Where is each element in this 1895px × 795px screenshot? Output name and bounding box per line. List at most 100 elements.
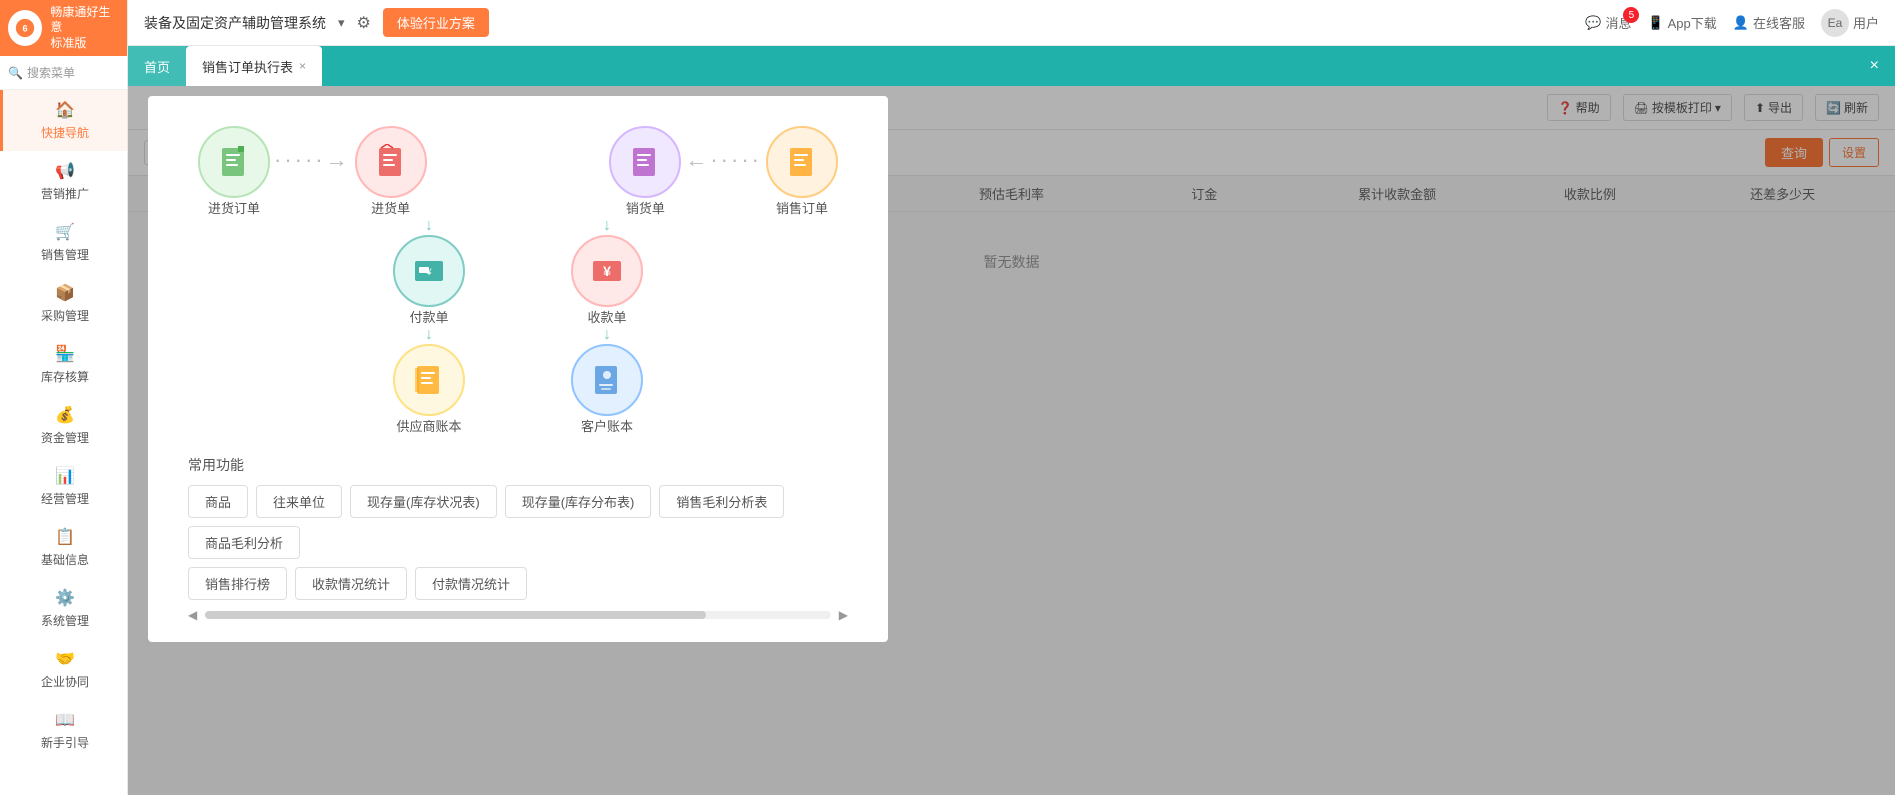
sales-order-icon bbox=[784, 144, 820, 180]
func-btn-product-margin[interactable]: 商品毛利分析 bbox=[188, 526, 300, 559]
down-arrow-payment: ↓ bbox=[425, 217, 433, 235]
func-btn-stock-dist[interactable]: 现存量(库存分布表) bbox=[505, 485, 652, 518]
page-content: ❓ 帮助 🖨 按模板打印 ▾ ⬆ 导出 🔄 刷新 bbox=[128, 86, 1895, 795]
sidebar-item-inventory[interactable]: 🏪 库存核算 bbox=[0, 334, 127, 395]
sidebar-item-operations[interactable]: 📊 经营管理 bbox=[0, 456, 127, 517]
svg-text:¥: ¥ bbox=[425, 267, 432, 277]
sidebar-nav: 🏠 快捷导航 📢 营销推广 🛒 销售管理 📦 采购管理 🏪 库存核算 💰 bbox=[0, 90, 127, 795]
experience-btn[interactable]: 体验行业方案 bbox=[383, 8, 489, 37]
tab-home[interactable]: 首页 bbox=[128, 46, 186, 86]
down-arrow-customer: ↓ bbox=[603, 326, 611, 344]
customer-account-icon bbox=[589, 362, 625, 398]
receipt-slip-label: 收款单 bbox=[587, 307, 626, 326]
sidebar-item-guide[interactable]: 📖 新手引导 bbox=[0, 700, 127, 761]
sidebar-search[interactable]: 🔍 搜索菜单 bbox=[0, 56, 127, 90]
service-icon: 👤 bbox=[1733, 15, 1749, 31]
dropdown-arrow[interactable]: ▾ bbox=[338, 15, 345, 31]
logo-svg: 6 bbox=[14, 17, 36, 39]
purchase-order-node[interactable] bbox=[198, 126, 270, 198]
sidebar-item-system[interactable]: ⚙️ 系统管理 bbox=[0, 578, 127, 639]
sidebar-item-purchase[interactable]: 📦 采购管理 bbox=[0, 273, 127, 334]
topbar-right: 💬 消息 5 📱 App下载 👤 在线客服 Ea 用户 bbox=[1585, 9, 1879, 37]
search-icon: 🔍 bbox=[8, 66, 23, 80]
receipt-slip-node[interactable]: ¥ bbox=[571, 235, 643, 307]
function-buttons-row2: 销售排行榜 收款情况统计 付款情况统计 bbox=[188, 567, 848, 600]
sidebar-item-quick-nav[interactable]: 🏠 快捷导航 bbox=[0, 90, 127, 151]
tabbar: 首页 销售订单执行表 × × bbox=[128, 46, 1895, 86]
common-functions-title: 常用功能 bbox=[188, 455, 848, 475]
svg-text:6: 6 bbox=[23, 24, 28, 34]
scroll-left-arrow[interactable]: ◀ bbox=[188, 608, 197, 622]
sidebar-icon-system: ⚙️ bbox=[55, 588, 75, 608]
sales-slip-label: 销货单 bbox=[626, 198, 665, 217]
customer-account-label: 客户账本 bbox=[581, 416, 633, 435]
sidebar-icon-base-info: 📋 bbox=[55, 527, 75, 547]
sales-order-node[interactable] bbox=[766, 126, 838, 198]
topbar: 装备及固定资产辅助管理系统 ▾ ⚙ 体验行业方案 💬 消息 5 📱 App下载 … bbox=[128, 0, 1895, 46]
func-btn-product[interactable]: 商品 bbox=[188, 485, 248, 518]
tab-sales-order-exec[interactable]: 销售订单执行表 × bbox=[186, 46, 322, 86]
tab-close-icon[interactable]: × bbox=[299, 59, 306, 73]
func-btn-sales-rank[interactable]: 销售排行榜 bbox=[188, 567, 287, 600]
receipt-slip-icon: ¥ bbox=[589, 253, 625, 289]
sidebar-icon-purchase: 📦 bbox=[55, 283, 75, 303]
avatar: Ea bbox=[1821, 9, 1849, 37]
flow-col-sales-order: 销售订单 bbox=[766, 126, 838, 217]
quick-nav-panel: 进货订单 ·····→ bbox=[148, 96, 888, 642]
sidebar-item-base-info[interactable]: 📋 基础信息 bbox=[0, 517, 127, 578]
purchase-slip-node[interactable] bbox=[355, 126, 427, 198]
common-functions: 常用功能 商品 往来单位 现存量(库存状况表) 现存量(库存分布表) 销售毛利分… bbox=[148, 455, 888, 600]
func-btn-payment-stats[interactable]: 付款情况统计 bbox=[415, 567, 527, 600]
sidebar-icon-sales: 🛒 bbox=[55, 222, 75, 242]
sidebar-item-sales[interactable]: 🛒 销售管理 bbox=[0, 212, 127, 273]
quick-nav-overlay[interactable]: 进货订单 ·····→ bbox=[128, 86, 1895, 795]
supplier-account-icon bbox=[411, 362, 447, 398]
func-btn-sales-margin-table[interactable]: 销售毛利分析表 bbox=[659, 485, 784, 518]
func-btn-receipt-stats[interactable]: 收款情况统计 bbox=[295, 567, 407, 600]
online-service-btn[interactable]: 👤 在线客服 bbox=[1733, 13, 1805, 32]
system-name: 装备及固定资产辅助管理系统 bbox=[144, 13, 326, 33]
message-icon: 💬 bbox=[1585, 15, 1601, 31]
tabbar-close-button[interactable]: × bbox=[1862, 57, 1887, 75]
settings-icon[interactable]: ⚙ bbox=[357, 13, 371, 33]
logo-text: 畅康通好生意 标准版 bbox=[50, 5, 119, 52]
sales-order-label: 销售订单 bbox=[776, 198, 828, 217]
sidebar-item-enterprise[interactable]: 🤝 企业协同 bbox=[0, 639, 127, 700]
message-btn[interactable]: 💬 消息 5 bbox=[1585, 13, 1631, 32]
download-icon: 📱 bbox=[1647, 15, 1663, 31]
main-area: 装备及固定资产辅助管理系统 ▾ ⚙ 体验行业方案 💬 消息 5 📱 App下载 … bbox=[128, 0, 1895, 795]
func-btn-partners[interactable]: 往来单位 bbox=[256, 485, 342, 518]
func-btn-stock-status[interactable]: 现存量(库存状况表) bbox=[350, 485, 497, 518]
function-buttons-row1: 商品 往来单位 现存量(库存状况表) 现存量(库存分布表) 销售毛利分析表 商品… bbox=[188, 485, 848, 559]
down-arrow-supplier: ↓ bbox=[425, 326, 433, 344]
message-badge: 5 bbox=[1623, 7, 1639, 23]
payment-slip-icon: ¥ bbox=[411, 253, 447, 289]
flow-col-sales-slip: 销货单 bbox=[609, 126, 681, 217]
logo-icon: 6 bbox=[8, 10, 42, 46]
svg-text:¥: ¥ bbox=[603, 263, 611, 279]
user-profile[interactable]: Ea 用户 bbox=[1821, 9, 1879, 37]
purchase-slip-icon bbox=[373, 144, 409, 180]
sidebar: 6 畅康通好生意 标准版 🔍 搜索菜单 🏠 快捷导航 📢 营销推广 🛒 bbox=[0, 0, 128, 795]
sales-slip-node[interactable] bbox=[609, 126, 681, 198]
supplier-account-label: 供应商账本 bbox=[396, 416, 461, 435]
sidebar-icon-enterprise: 🤝 bbox=[55, 649, 75, 669]
app-download-btn[interactable]: 📱 App下载 bbox=[1647, 13, 1716, 32]
flow-col-purchase-slip: 进货单 bbox=[355, 126, 427, 217]
scroll-hint: ◀ ▶ bbox=[148, 600, 888, 622]
sidebar-item-finance[interactable]: 💰 资金管理 bbox=[0, 395, 127, 456]
scroll-right-arrow[interactable]: ▶ bbox=[839, 608, 848, 622]
purchase-order-icon bbox=[216, 144, 252, 180]
customer-account-node[interactable] bbox=[571, 344, 643, 416]
purchase-slip-label: 进货单 bbox=[371, 198, 410, 217]
sidebar-item-marketing[interactable]: 📢 营销推广 bbox=[0, 151, 127, 212]
down-arrow-receipt: ↓ bbox=[603, 217, 611, 235]
sidebar-logo: 6 畅康通好生意 标准版 bbox=[0, 0, 127, 56]
supplier-account-node[interactable] bbox=[393, 344, 465, 416]
sidebar-icon-marketing: 📢 bbox=[55, 161, 75, 181]
sidebar-icon-inventory: 🏪 bbox=[55, 344, 75, 364]
payment-slip-node[interactable]: ¥ bbox=[393, 235, 465, 307]
scroll-bar[interactable] bbox=[205, 611, 831, 619]
purchase-order-label: 进货订单 bbox=[208, 198, 260, 217]
payment-slip-label: 付款单 bbox=[409, 307, 448, 326]
